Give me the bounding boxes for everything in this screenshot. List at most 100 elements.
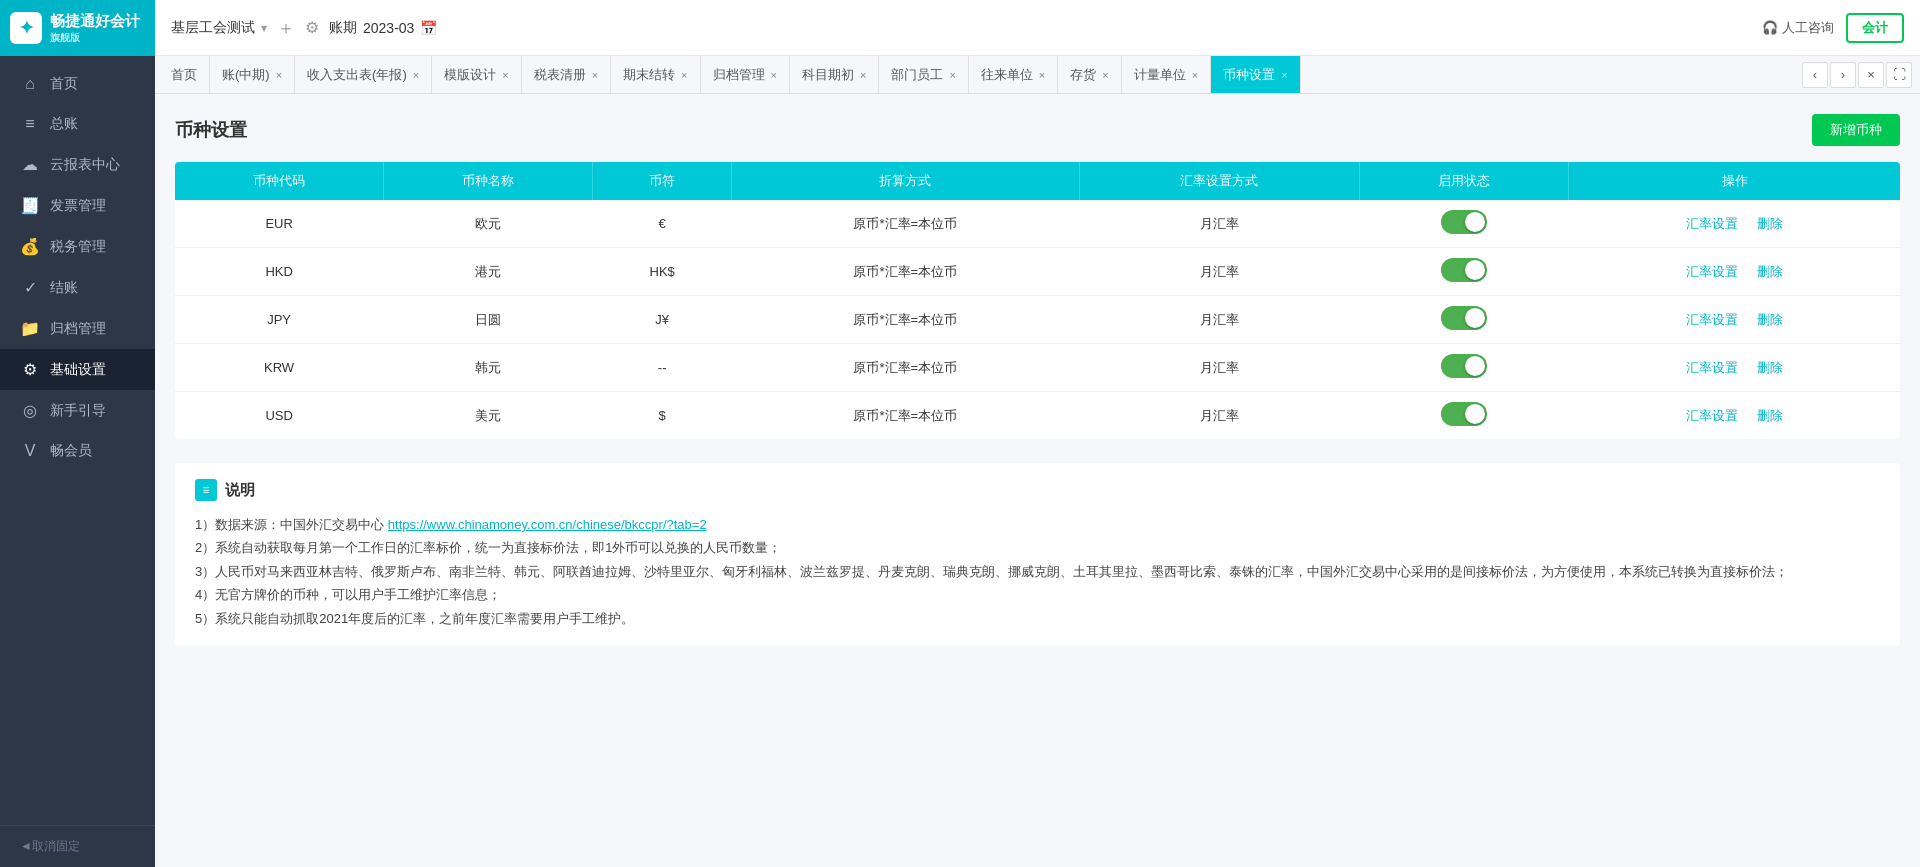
delete-1[interactable]: 删除 <box>1757 264 1783 279</box>
sidebar-item-member[interactable]: V 畅会员 <box>0 431 155 471</box>
tab-taxbook-label: 税表清册 <box>534 66 586 84</box>
notes-link[interactable]: https://www.chinamoney.com.cn/chinese/bk… <box>388 517 707 532</box>
sidebar-item-tax[interactable]: 💰 税务管理 <box>0 226 155 267</box>
tab-subjects-close[interactable]: × <box>860 69 866 81</box>
tab-currency-close[interactable]: × <box>1281 69 1287 81</box>
delete-2[interactable]: 删除 <box>1757 312 1783 327</box>
cell-actions-3: 汇率设置 删除 <box>1569 344 1900 392</box>
rate-settings-3[interactable]: 汇率设置 <box>1686 360 1738 375</box>
tab-measure-close[interactable]: × <box>1192 69 1198 81</box>
sidebar-item-invoice[interactable]: 🧾 发票管理 <box>0 185 155 226</box>
rate-settings-4[interactable]: 汇率设置 <box>1686 408 1738 423</box>
sidebar-label-home: 首页 <box>50 75 78 93</box>
tab-period-end[interactable]: 期末结转 × <box>611 56 700 94</box>
tab-template[interactable]: 模版设计 × <box>432 56 521 94</box>
notes-title-label: 说明 <box>225 481 255 500</box>
company-selector[interactable]: 基层工会测试 ▾ <box>171 19 267 37</box>
delete-3[interactable]: 删除 <box>1757 360 1783 375</box>
help-button[interactable]: 🎧 人工咨询 <box>1762 19 1834 37</box>
cell-status-1 <box>1359 248 1569 296</box>
tab-scroll-right[interactable]: › <box>1830 62 1856 88</box>
tabbar: 首页 账(中期) × 收入支出表(年报) × 模版设计 × 税表清册 × 期末结… <box>155 56 1920 94</box>
rate-settings-0[interactable]: 汇率设置 <box>1686 216 1738 231</box>
cell-calc-1: 原币*汇率=本位币 <box>732 248 1079 296</box>
table-row: USD 美元 $ 原币*汇率=本位币 月汇率 汇率设置 删除 <box>175 392 1900 440</box>
sidebar-item-settings[interactable]: ⚙ 基础设置 <box>0 349 155 390</box>
tab-balance[interactable]: 账(中期) × <box>210 56 295 94</box>
user-role-button[interactable]: 会计 <box>1846 13 1904 43</box>
rate-settings-1[interactable]: 汇率设置 <box>1686 264 1738 279</box>
tab-subjects-label: 科目期初 <box>802 66 854 84</box>
note-item-0: 1）数据来源：中国外汇交易中心 https://www.chinamoney.c… <box>195 513 1880 536</box>
col-calc: 折算方式 <box>732 162 1079 200</box>
tab-contacts-close[interactable]: × <box>1039 69 1045 81</box>
topbar-right: 🎧 人工咨询 会计 <box>1762 13 1904 43</box>
page-title: 币种设置 <box>175 118 247 142</box>
topbar-settings-icon[interactable]: ⚙ <box>305 18 319 37</box>
toggle-enabled-3[interactable] <box>1441 354 1487 378</box>
tab-measure-label: 计量单位 <box>1134 66 1186 84</box>
cell-rate-method-1: 月汇率 <box>1079 248 1359 296</box>
member-icon: V <box>20 442 40 460</box>
tab-close-all[interactable]: × <box>1858 62 1884 88</box>
tab-inventory[interactable]: 存货 × <box>1058 56 1121 94</box>
tab-fullscreen[interactable]: ⛶ <box>1886 62 1912 88</box>
sidebar-item-ledger[interactable]: ≡ 总账 <box>0 104 155 144</box>
logo-icon: ✦ <box>10 12 42 44</box>
tab-template-close[interactable]: × <box>502 69 508 81</box>
sidebar-item-archive[interactable]: 📁 归档管理 <box>0 308 155 349</box>
tab-inventory-close[interactable]: × <box>1102 69 1108 81</box>
rate-settings-2[interactable]: 汇率设置 <box>1686 312 1738 327</box>
new-currency-button[interactable]: 新增币种 <box>1812 114 1900 146</box>
sidebar-item-guide[interactable]: ◎ 新手引导 <box>0 390 155 431</box>
sidebar-label-archive: 归档管理 <box>50 320 106 338</box>
period-selector[interactable]: 账期 2023-03 📅 <box>329 19 437 37</box>
page-title-bar: 币种设置 新增币种 <box>175 114 1900 146</box>
tab-subjects[interactable]: 科目期初 × <box>790 56 879 94</box>
help-label: 人工咨询 <box>1782 19 1834 37</box>
cell-rate-method-4: 月汇率 <box>1079 392 1359 440</box>
calendar-icon: 📅 <box>420 20 437 36</box>
sidebar-item-reports[interactable]: ☁ 云报表中心 <box>0 144 155 185</box>
tab-archiving-close[interactable]: × <box>771 69 777 81</box>
cell-status-0 <box>1359 200 1569 248</box>
tab-taxbook[interactable]: 税表清册 × <box>522 56 611 94</box>
tab-employees[interactable]: 部门员工 × <box>879 56 968 94</box>
cell-code-3: KRW <box>175 344 383 392</box>
delete-0[interactable]: 删除 <box>1757 216 1783 231</box>
toggle-enabled-1[interactable] <box>1441 258 1487 282</box>
tab-income-close[interactable]: × <box>413 69 419 81</box>
currency-table-wrapper: 币种代码 币种名称 币符 折算方式 汇率设置方式 启用状态 操作 EUR 欧元 … <box>175 162 1900 439</box>
tab-income[interactable]: 收入支出表(年报) × <box>295 56 432 94</box>
tab-balance-close[interactable]: × <box>276 69 282 81</box>
sidebar-label-settlement: 结账 <box>50 279 78 297</box>
tab-inventory-label: 存货 <box>1070 66 1096 84</box>
tab-currency-label: 币种设置 <box>1223 66 1275 84</box>
currency-table: 币种代码 币种名称 币符 折算方式 汇率设置方式 启用状态 操作 EUR 欧元 … <box>175 162 1900 439</box>
tab-period-end-close[interactable]: × <box>681 69 687 81</box>
sidebar-item-home[interactable]: ⌂ 首页 <box>0 64 155 104</box>
sidebar-unpin[interactable]: ◄取消固定 <box>0 825 155 867</box>
company-name: 基层工会测试 <box>171 19 255 37</box>
sidebar-item-settlement[interactable]: ✓ 结账 <box>0 267 155 308</box>
tab-taxbook-close[interactable]: × <box>592 69 598 81</box>
delete-4[interactable]: 删除 <box>1757 408 1783 423</box>
toggle-enabled-4[interactable] <box>1441 402 1487 426</box>
col-actions: 操作 <box>1569 162 1900 200</box>
tab-currency[interactable]: 币种设置 × <box>1211 56 1300 94</box>
tab-home[interactable]: 首页 <box>159 56 210 94</box>
tab-archiving[interactable]: 归档管理 × <box>701 56 790 94</box>
notes-icon: ≡ <box>195 479 217 501</box>
tab-employees-close[interactable]: × <box>949 69 955 81</box>
toggle-enabled-0[interactable] <box>1441 210 1487 234</box>
add-tab-button[interactable]: ＋ <box>277 16 295 40</box>
cell-symbol-1: HK$ <box>593 248 732 296</box>
tab-contacts[interactable]: 往来单位 × <box>969 56 1058 94</box>
col-name: 币种名称 <box>383 162 593 200</box>
logo-text-block: 畅捷通好会计 旗舰版 <box>50 12 140 45</box>
tab-measure[interactable]: 计量单位 × <box>1122 56 1211 94</box>
toggle-enabled-2[interactable] <box>1441 306 1487 330</box>
tab-scroll-left[interactable]: ‹ <box>1802 62 1828 88</box>
sidebar-label-ledger: 总账 <box>50 115 78 133</box>
content-area: 币种设置 新增币种 币种代码 币种名称 币符 折算方式 汇率设置方式 启用状态 … <box>155 94 1920 867</box>
